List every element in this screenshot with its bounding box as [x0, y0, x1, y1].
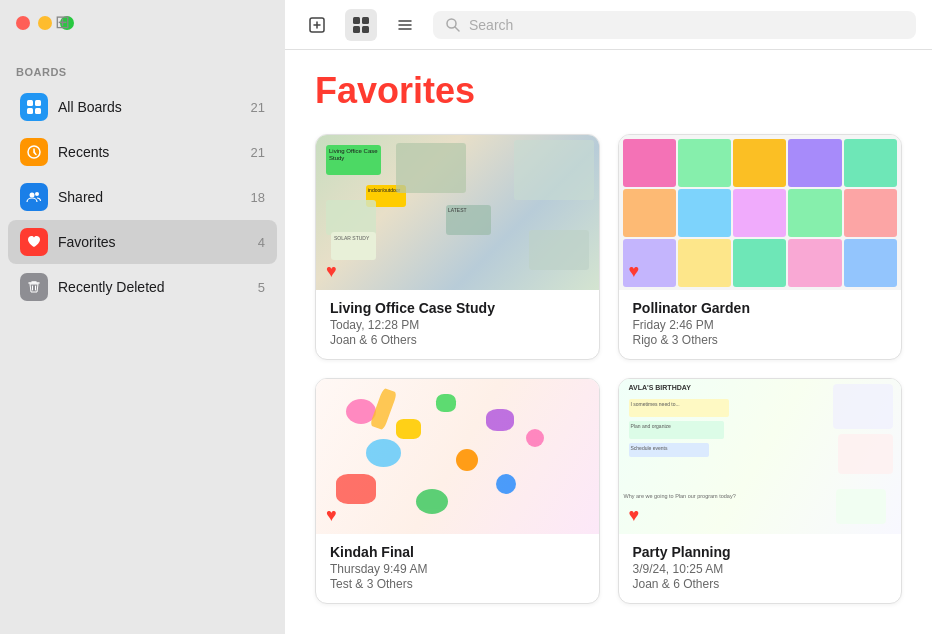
board-name: Living Office Case Study [330, 300, 585, 316]
board-card-party-planning[interactable]: AVLA'S BIRTHDAY I sometimes need to... P… [618, 378, 903, 604]
sidebar-badge: 4 [258, 235, 265, 250]
recents-icon [20, 138, 48, 166]
svg-point-6 [35, 192, 39, 196]
board-date: Today, 12:28 PM [330, 318, 585, 332]
favorite-heart-4: ♥ [629, 505, 640, 526]
board-date: 3/9/24, 10:25 AM [633, 562, 888, 576]
sidebar-item-label: Recently Deleted [58, 279, 258, 295]
sidebar-badge: 18 [251, 190, 265, 205]
svg-rect-1 [35, 100, 41, 106]
svg-rect-2 [27, 108, 33, 114]
toolbar [285, 0, 932, 50]
content-area: Favorites Living Office Case Study indoo… [285, 50, 932, 634]
board-thumbnail: ♥ [316, 379, 599, 534]
board-name: Party Planning [633, 544, 888, 560]
svg-line-16 [455, 27, 459, 31]
recently-deleted-icon [20, 273, 48, 301]
sidebar-item-label: Favorites [58, 234, 258, 250]
sidebar-item-all-boards[interactable]: All Boards 21 [8, 85, 277, 129]
sidebar-section-label: Boards [0, 66, 285, 84]
sidebar-item-favorites[interactable]: Favorites 4 [8, 220, 277, 264]
sidebar-item-label: All Boards [58, 99, 251, 115]
search-input[interactable] [469, 17, 904, 33]
board-thumbnail: AVLA'S BIRTHDAY I sometimes need to... P… [619, 379, 902, 534]
board-thumbnail: ♥ [619, 135, 902, 290]
sidebar-toggle-icon[interactable]: ⊞ [55, 11, 70, 33]
svg-rect-0 [27, 100, 33, 106]
all-boards-icon [20, 93, 48, 121]
svg-rect-3 [35, 108, 41, 114]
board-collaborators: Test & 3 Others [330, 577, 585, 591]
grid-view-button[interactable] [345, 9, 377, 41]
board-info: Pollinator Garden Friday 2:46 PM Rigo & … [619, 290, 902, 359]
sidebar-badge: 21 [251, 100, 265, 115]
new-board-button[interactable] [301, 9, 333, 41]
favorite-heart: ♥ [326, 261, 337, 282]
board-info: Kindah Final Thursday 9:49 AM Test & 3 O… [316, 534, 599, 603]
sidebar-badge: 21 [251, 145, 265, 160]
board-date: Thursday 9:49 AM [330, 562, 585, 576]
main-content: Favorites Living Office Case Study indoo… [285, 0, 932, 634]
list-view-button[interactable] [389, 9, 421, 41]
sidebar: Boards All Boards 21 Rece [0, 0, 285, 634]
favorites-icon [20, 228, 48, 256]
close-button[interactable] [16, 16, 30, 30]
board-collaborators: Rigo & 3 Others [633, 333, 888, 347]
svg-rect-9 [362, 17, 369, 24]
page-title: Favorites [315, 70, 902, 112]
sidebar-badge: 5 [258, 280, 265, 295]
svg-rect-10 [353, 26, 360, 33]
sidebar-item-recents[interactable]: Recents 21 [8, 130, 277, 174]
sidebar-item-label: Recents [58, 144, 251, 160]
board-card-pollinator-garden[interactable]: ♥ Pollinator Garden Friday 2:46 PM Rigo … [618, 134, 903, 360]
boards-grid: Living Office Case Study indoor/outdoor … [315, 134, 902, 604]
board-name: Kindah Final [330, 544, 585, 560]
search-bar[interactable] [433, 11, 916, 39]
board-date: Friday 2:46 PM [633, 318, 888, 332]
svg-rect-11 [362, 26, 369, 33]
minimize-button[interactable] [38, 16, 52, 30]
svg-point-5 [30, 193, 35, 198]
favorite-heart-3: ♥ [326, 505, 337, 526]
board-card-kindah-final[interactable]: ♥ Kindah Final Thursday 9:49 AM Test & 3… [315, 378, 600, 604]
board-name: Pollinator Garden [633, 300, 888, 316]
board-collaborators: Joan & 6 Others [633, 577, 888, 591]
board-info: Living Office Case Study Today, 12:28 PM… [316, 290, 599, 359]
svg-rect-8 [353, 17, 360, 24]
sidebar-item-recently-deleted[interactable]: Recently Deleted 5 [8, 265, 277, 309]
board-thumbnail: Living Office Case Study indoor/outdoor … [316, 135, 599, 290]
board-card-living-office[interactable]: Living Office Case Study indoor/outdoor … [315, 134, 600, 360]
board-collaborators: Joan & 6 Others [330, 333, 585, 347]
search-icon [445, 17, 461, 33]
shared-icon [20, 183, 48, 211]
sidebar-item-label: Shared [58, 189, 251, 205]
board-info: Party Planning 3/9/24, 10:25 AM Joan & 6… [619, 534, 902, 603]
sidebar-item-shared[interactable]: Shared 18 [8, 175, 277, 219]
